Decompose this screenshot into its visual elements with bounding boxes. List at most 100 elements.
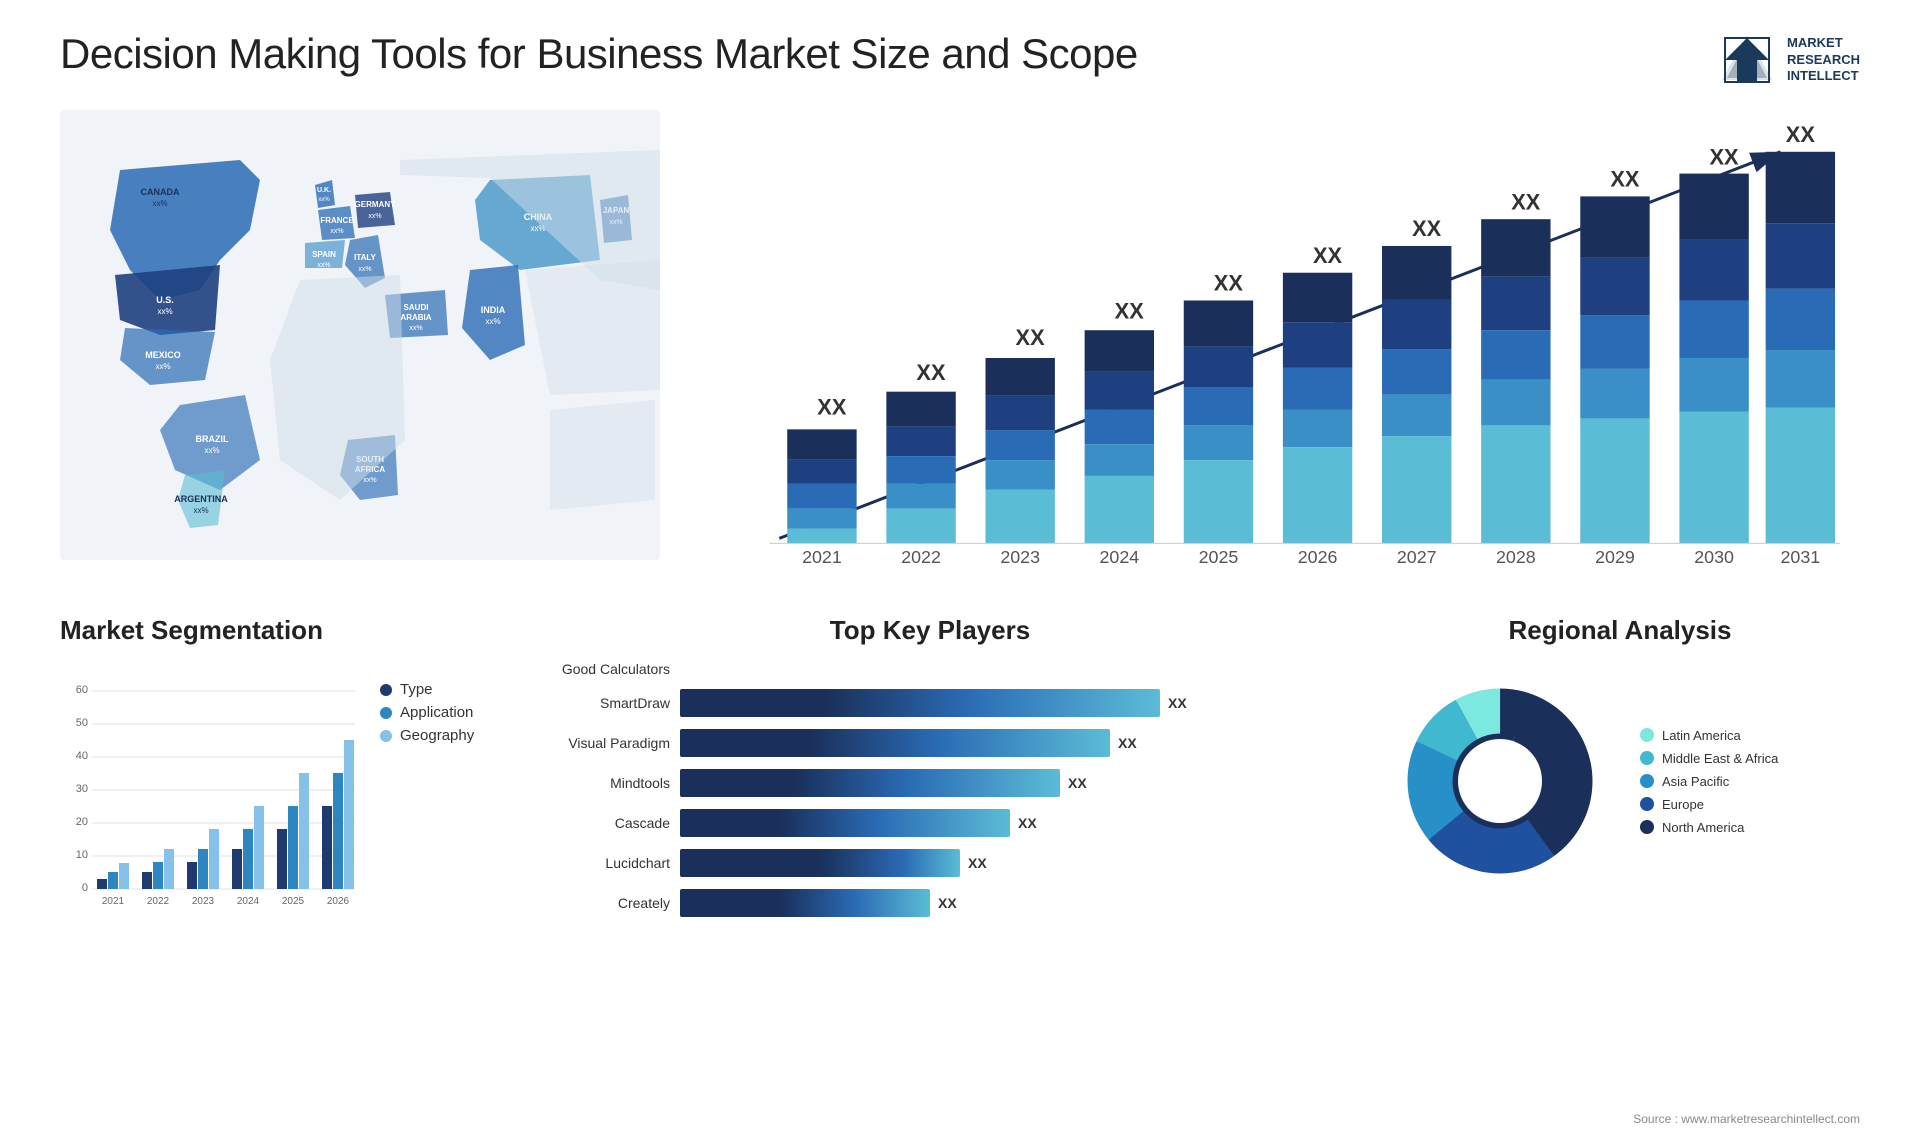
player-bar [680,809,1010,837]
regional-title: Regional Analysis [1380,615,1860,646]
legend-north-america: North America [1640,820,1778,835]
svg-text:CANADA: CANADA [141,187,180,197]
svg-text:2027: 2027 [1397,547,1437,567]
player-row-cascade: Cascade XX [510,809,1350,837]
svg-text:2030: 2030 [1694,547,1734,567]
players-section: Top Key Players Good Calculators SmartDr… [510,615,1350,945]
svg-text:xx%: xx% [363,477,376,484]
player-value: XX [1018,815,1037,831]
svg-text:MEXICO: MEXICO [145,350,181,360]
svg-text:ARABIA: ARABIA [400,313,431,322]
svg-text:xx%: xx% [155,362,170,371]
player-row-creately: Creately XX [510,889,1350,917]
player-row-visual-paradigm: Visual Paradigm XX [510,729,1350,757]
growth-bar-chart: XX XX XX XX XX XX XX XX XX XX XX [700,120,1840,590]
svg-text:60: 60 [76,684,88,696]
svg-text:XX: XX [1016,325,1046,350]
svg-text:2021: 2021 [802,547,842,567]
svg-text:xx%: xx% [409,325,422,332]
segmentation-title: Market Segmentation [60,615,480,646]
segmentation-chart: 0 10 20 30 40 50 60 [60,661,360,911]
svg-text:xx%: xx% [368,213,381,220]
player-bar [680,689,1160,717]
svg-text:xx%: xx% [318,197,330,203]
north-america-dot [1640,820,1654,834]
svg-text:XX: XX [1610,166,1640,191]
player-bar [680,729,1110,757]
svg-text:U.K.: U.K. [317,187,331,194]
svg-text:U.S.: U.S. [156,295,174,305]
svg-text:XX: XX [1115,298,1145,323]
type-legend-label: Type [400,681,433,698]
svg-text:xx%: xx% [330,228,343,235]
svg-text:2031: 2031 [1781,547,1821,567]
player-bar [680,769,1060,797]
page-title: Decision Making Tools for Business Marke… [60,30,1138,78]
legend-application: Application [380,704,474,721]
player-row-good-calculators: Good Calculators [510,661,1350,677]
legend-geography: Geography [380,727,474,744]
regional-legend: Latin America Middle East & Africa Asia … [1640,728,1778,835]
svg-text:xx%: xx% [317,262,330,269]
europe-dot [1640,797,1654,811]
legend-type: Type [380,681,474,698]
latin-america-label: Latin America [1662,728,1741,743]
map-section: CANADA xx% U.S. xx% MEXICO xx% BRAZIL xx… [60,110,660,600]
svg-text:XX: XX [817,394,847,419]
svg-text:2023: 2023 [1000,547,1040,567]
player-value: XX [1168,695,1187,711]
player-name: Good Calculators [510,661,670,677]
player-value: XX [938,895,957,911]
legend-europe: Europe [1640,797,1778,812]
svg-text:INDIA: INDIA [481,305,506,315]
svg-text:SPAIN: SPAIN [312,250,336,259]
north-america-label: North America [1662,820,1744,835]
player-value: XX [1068,775,1087,791]
player-name: Cascade [510,815,670,831]
svg-text:2025: 2025 [282,896,305,907]
latin-america-dot [1640,728,1654,742]
legend-middle-east: Middle East & Africa [1640,751,1778,766]
svg-text:2026: 2026 [327,896,350,907]
svg-text:20: 20 [76,816,88,828]
svg-text:30: 30 [76,783,88,795]
svg-text:SAUDI: SAUDI [404,303,429,312]
svg-text:M: M [1735,43,1758,74]
svg-text:XX: XX [916,360,946,385]
world-map: CANADA xx% U.S. xx% MEXICO xx% BRAZIL xx… [60,110,660,560]
svg-text:xx%: xx% [193,506,208,515]
player-name: Lucidchart [510,855,670,871]
geography-legend-dot [380,730,392,742]
svg-text:2024: 2024 [237,896,260,907]
player-value: XX [1118,735,1137,751]
player-row-lucidchart: Lucidchart XX [510,849,1350,877]
player-bar [680,849,960,877]
svg-text:xx%: xx% [157,307,172,316]
svg-text:XX: XX [1412,216,1442,241]
legend-latin-america: Latin America [1640,728,1778,743]
player-name: SmartDraw [510,695,670,711]
svg-text:xx%: xx% [358,266,371,273]
regional-section: Regional Analysis [1380,615,1860,945]
bar-chart-section: XX XX XX XX XX XX XX XX XX XX XX [680,110,1860,600]
svg-text:FRANCE: FRANCE [320,216,354,225]
geography-legend-label: Geography [400,727,474,744]
svg-text:ARGENTINA: ARGENTINA [174,494,228,504]
svg-text:2029: 2029 [1595,547,1635,567]
svg-text:2025: 2025 [1199,547,1239,567]
svg-text:XX: XX [1786,122,1816,147]
svg-text:xx%: xx% [152,199,167,208]
svg-text:XX: XX [1214,271,1244,296]
player-bar [680,889,930,917]
middle-east-dot [1640,751,1654,765]
player-value: XX [968,855,987,871]
svg-text:BRAZIL: BRAZIL [196,434,229,444]
player-row-mindtools: Mindtools XX [510,769,1350,797]
application-legend-dot [380,707,392,719]
svg-text:ITALY: ITALY [354,253,376,262]
svg-text:XX: XX [1511,189,1541,214]
svg-text:10: 10 [76,849,88,861]
type-legend-dot [380,684,392,696]
logo-area: M MARKET RESEARCH INTELLECT [1717,30,1860,90]
players-title: Top Key Players [510,615,1350,646]
